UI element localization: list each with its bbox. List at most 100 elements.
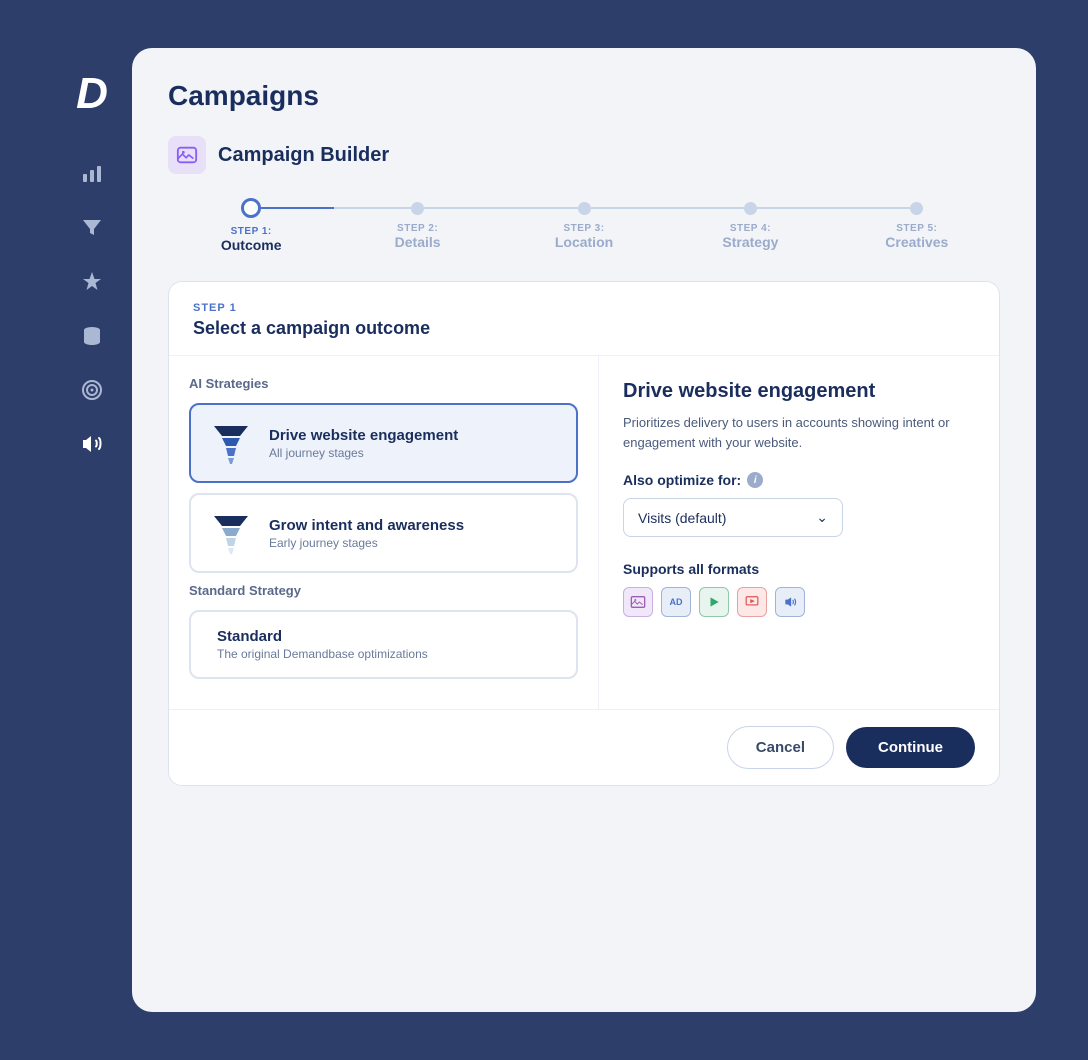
page-title: Campaigns (168, 80, 1000, 112)
campaign-builder-header: Campaign Builder (168, 136, 1000, 174)
step-1-name: Outcome (221, 237, 282, 253)
sidebar-item-analytics[interactable] (68, 150, 116, 198)
format-video-play-icon (699, 587, 729, 617)
screen-icon (745, 595, 759, 609)
standard-title: Standard (217, 628, 428, 645)
target-icon (80, 378, 104, 402)
database-icon (80, 324, 104, 348)
detail-title: Drive website engagement (623, 380, 975, 403)
step-4-num: STEP 4: (730, 223, 771, 234)
step-2-num: STEP 2: (397, 223, 438, 234)
step-3: STEP 3: Location (501, 202, 667, 250)
step-2-name: Details (395, 234, 441, 250)
step-2: STEP 2: Details (334, 202, 500, 250)
option-standard[interactable]: Standard The original Demandbase optimiz… (189, 610, 578, 679)
step-5-num: STEP 5: (896, 223, 937, 234)
step-3-line-left (501, 207, 578, 209)
step-4-name: Strategy (722, 234, 778, 250)
chevron-down-icon: ⌄ (816, 509, 828, 526)
bar-chart-icon (80, 162, 104, 186)
grow-intent-text: Grow intent and awareness Early journey … (269, 517, 464, 550)
funnel-icon (80, 216, 104, 240)
optimize-label: Also optimize for: i (623, 472, 975, 488)
logo-letter: D (76, 72, 108, 116)
continue-button[interactable]: Continue (846, 727, 975, 768)
standard-strategy-label: Standard Strategy (189, 583, 578, 598)
step-4-dot-line (667, 202, 833, 215)
drive-engagement-funnel-icon (212, 422, 250, 464)
campaign-builder-icon (168, 136, 206, 174)
campaign-builder-title: Campaign Builder (218, 144, 389, 167)
step-3-name: Location (555, 234, 613, 250)
step-1-num: STEP 1: (231, 226, 272, 237)
step-5-dot (910, 202, 923, 215)
format-image-icon (623, 587, 653, 617)
step-5-dot-line (834, 202, 1000, 215)
option-grow-intent[interactable]: Grow intent and awareness Early journey … (189, 493, 578, 573)
card-step-title: Select a campaign outcome (193, 318, 975, 339)
card-header: STEP 1 Select a campaign outcome (169, 282, 999, 356)
step-5-name: Creatives (885, 234, 948, 250)
standard-text: Standard The original Demandbase optimiz… (209, 628, 428, 661)
play-icon (707, 595, 721, 609)
sidebar-item-campaigns[interactable] (68, 420, 116, 468)
optimize-dropdown[interactable]: Visits (default) ⌄ (623, 498, 843, 537)
main-content: Campaigns Campaign Builder ST (132, 48, 1036, 1012)
cancel-button[interactable]: Cancel (727, 726, 834, 769)
step-3-num: STEP 3: (563, 223, 604, 234)
detail-desc: Prioritizes delivery to users in account… (623, 413, 975, 452)
sidebar-item-database[interactable] (68, 312, 116, 360)
step-1-dot (241, 198, 261, 218)
format-html5-icon: AD (661, 587, 691, 617)
option-drive-engagement[interactable]: Drive website engagement All journey sta… (189, 403, 578, 483)
ai-strategies-label: AI Strategies (189, 376, 578, 391)
step-4-dot (744, 202, 757, 215)
options-area: AI Strategies (169, 356, 999, 709)
drive-engagement-icon (209, 421, 253, 465)
supports-label: Supports all formats (623, 561, 975, 577)
step-3-dot (578, 202, 591, 215)
step-2-dot-line (334, 202, 500, 215)
step-2-line-right (424, 207, 501, 209)
dropdown-value: Visits (default) (638, 510, 726, 526)
spark-icon (80, 270, 104, 294)
step-1-dot-line (168, 198, 334, 218)
drive-engagement-text: Drive website engagement All journey sta… (269, 427, 458, 460)
options-left: AI Strategies (169, 356, 599, 709)
standard-subtitle: The original Demandbase optimizations (217, 647, 428, 661)
step-5-line-left (834, 207, 911, 209)
step-5: STEP 5: Creatives (834, 202, 1000, 250)
sidebar-item-funnel[interactable] (68, 204, 116, 252)
step-2-line-left (334, 207, 411, 209)
options-right: Drive website engagement Prioritizes del… (599, 356, 999, 709)
format-video-screen-icon (737, 587, 767, 617)
grow-intent-subtitle: Early journey stages (269, 536, 464, 550)
grow-intent-title: Grow intent and awareness (269, 517, 464, 534)
steps-progress: STEP 1: Outcome STEP 2: Details (168, 198, 1000, 253)
format-icons: AD (623, 587, 975, 617)
format-audio-icon (775, 587, 805, 617)
step-4-line-left (667, 207, 744, 209)
card-footer: Cancel Continue (169, 709, 999, 785)
audio-icon (783, 595, 797, 609)
logo: D (56, 58, 128, 130)
nav-icons (52, 150, 132, 468)
step-1: STEP 1: Outcome (168, 198, 334, 253)
step-4: STEP 4: Strategy (667, 202, 833, 250)
step-1-line-right (261, 207, 334, 209)
sidebar-item-target[interactable] (68, 366, 116, 414)
image-format-svg (630, 594, 646, 610)
megaphone-icon (80, 432, 104, 456)
step-3-dot-line (501, 202, 667, 215)
sidebar-item-spark[interactable] (68, 258, 116, 306)
image-icon (176, 144, 198, 166)
outcome-card: STEP 1 Select a campaign outcome AI Stra… (168, 281, 1000, 786)
info-icon: i (747, 472, 763, 488)
grow-intent-funnel-icon (212, 512, 250, 554)
drive-engagement-title: Drive website engagement (269, 427, 458, 444)
step-3-line-right (591, 207, 668, 209)
sidebar: D (52, 48, 132, 1012)
step-4-line-right (757, 207, 834, 209)
card-step-label: STEP 1 (193, 302, 975, 314)
step-2-dot (411, 202, 424, 215)
